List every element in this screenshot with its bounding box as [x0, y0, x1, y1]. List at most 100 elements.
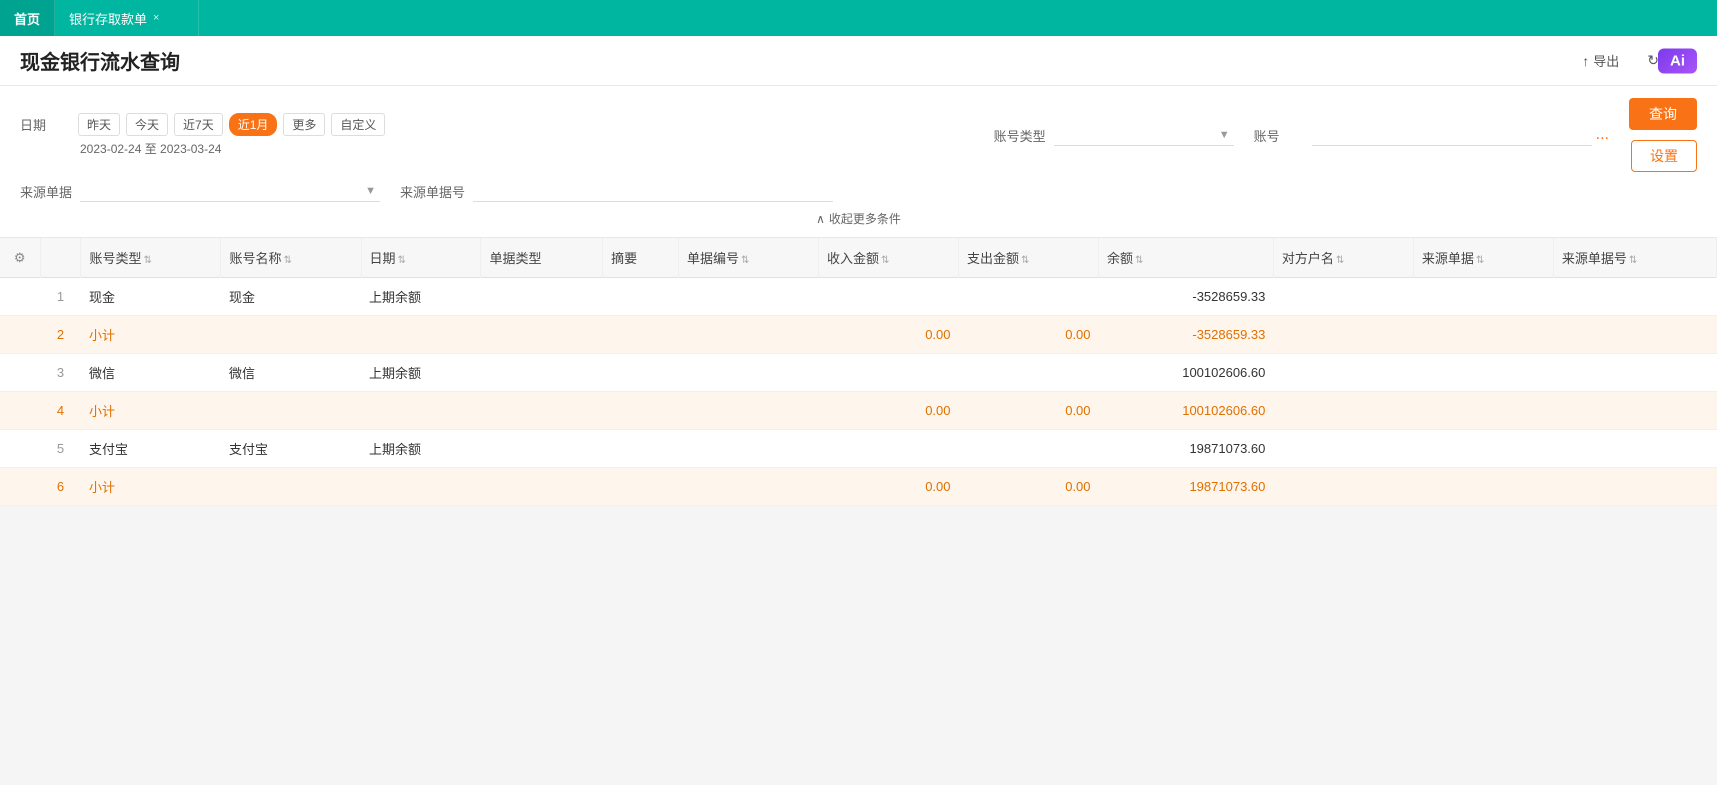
account-dots-button[interactable]: ...	[1596, 126, 1609, 144]
cell-account_type: 小计	[81, 468, 221, 506]
cell-settings	[0, 430, 40, 468]
date-range: 2023-02-24 至 2023-03-24	[80, 142, 221, 156]
cell-income	[819, 278, 959, 316]
sort-icon: ⇅	[1476, 255, 1484, 266]
gear-icon[interactable]: ⚙	[14, 250, 26, 265]
table-header: ⚙账号类型⇅账号名称⇅日期⇅单据类型摘要单据编号⇅收入金额⇅支出金额⇅余额⇅对方…	[0, 238, 1717, 278]
source-doc-num-input[interactable]	[473, 180, 833, 202]
col-header-source_doc[interactable]: 来源单据⇅	[1413, 238, 1553, 278]
table-row: 5支付宝支付宝上期余额19871073.60	[0, 430, 1717, 468]
cell-doc_type	[481, 430, 603, 468]
cell-balance: 100102606.60	[1099, 354, 1274, 392]
cell-expense	[959, 354, 1099, 392]
table-row: 6小计0.000.0019871073.60	[0, 468, 1717, 506]
col-header-account_name[interactable]: 账号名称⇅	[221, 238, 361, 278]
cell-balance: 100102606.60	[1099, 392, 1274, 430]
date-option-近1月[interactable]: 近1月	[229, 113, 278, 136]
date-label: 日期	[20, 115, 70, 134]
date-option-更多[interactable]: 更多	[283, 113, 325, 136]
col-header-doc_num[interactable]: 单据编号⇅	[678, 238, 818, 278]
cell-income: 0.00	[819, 392, 959, 430]
account-input[interactable]	[1312, 124, 1592, 146]
cell-income: 0.00	[819, 468, 959, 506]
sort-icon: ⇅	[1336, 255, 1344, 266]
cell-doc_num	[678, 392, 818, 430]
date-option-自定义[interactable]: 自定义	[331, 113, 385, 136]
source-doc-select[interactable]	[80, 180, 380, 202]
cell-counterpart	[1273, 430, 1413, 468]
cell-settings	[0, 468, 40, 506]
query-button[interactable]: 查询	[1629, 98, 1697, 130]
filter-row-2: 来源单据 ▼ 来源单据号	[20, 180, 1697, 202]
cell-source_doc_num	[1553, 354, 1716, 392]
cell-counterpart	[1273, 354, 1413, 392]
col-header-settings: ⚙	[0, 238, 40, 278]
cell-num: 5	[40, 430, 81, 468]
export-icon: ↑	[1582, 53, 1589, 69]
cell-doc_type	[481, 468, 603, 506]
cell-balance: -3528659.33	[1099, 278, 1274, 316]
cell-source_doc_num	[1553, 468, 1716, 506]
data-table: ⚙账号类型⇅账号名称⇅日期⇅单据类型摘要单据编号⇅收入金额⇅支出金额⇅余额⇅对方…	[0, 238, 1717, 506]
cell-num: 2	[40, 316, 81, 354]
cell-source_doc	[1413, 392, 1553, 430]
cell-balance: -3528659.33	[1099, 316, 1274, 354]
sort-icon: ⇅	[398, 255, 406, 266]
sort-icon: ⇅	[143, 255, 151, 266]
account-filter: 账号 ...	[1254, 124, 1609, 146]
source-doc-num-label: 来源单据号	[400, 182, 465, 201]
cell-balance: 19871073.60	[1099, 430, 1274, 468]
account-type-label: 账号类型	[994, 126, 1046, 145]
date-option-昨天[interactable]: 昨天	[78, 113, 120, 136]
cell-income: 0.00	[819, 316, 959, 354]
sort-icon: ⇅	[881, 255, 889, 266]
cell-doc_num	[678, 316, 818, 354]
close-icon[interactable]: ×	[153, 12, 159, 24]
account-type-select[interactable]	[1054, 124, 1234, 146]
col-header-income[interactable]: 收入金额⇅	[819, 238, 959, 278]
cell-doc_num	[678, 468, 818, 506]
nav-tabs: 收款单×付款单×其他收入单×应收应付调整单×银行存取款单×预收冲应收单×收款核销…	[55, 0, 199, 36]
table-row: 1现金现金上期余额-3528659.33	[0, 278, 1717, 316]
col-header-num	[40, 238, 81, 278]
sort-icon: ⇅	[1629, 255, 1637, 266]
source-doc-select-wrapper: ▼	[80, 180, 380, 202]
cell-account_type: 小计	[81, 316, 221, 354]
table-body: 1现金现金上期余额-3528659.332小计0.000.00-3528659.…	[0, 278, 1717, 506]
cell-doc_type	[481, 354, 603, 392]
page-header: 现金银行流水查询 ↑ 导出 ↻ 刷新 Ai	[0, 36, 1717, 86]
col-header-counterpart[interactable]: 对方户名⇅	[1273, 238, 1413, 278]
cell-expense: 0.00	[959, 392, 1099, 430]
cell-num: 3	[40, 354, 81, 392]
export-button[interactable]: ↑ 导出	[1574, 47, 1627, 74]
col-header-balance[interactable]: 余额⇅	[1099, 238, 1274, 278]
cell-date	[361, 316, 481, 354]
cell-income	[819, 354, 959, 392]
col-header-source_doc_num[interactable]: 来源单据号⇅	[1553, 238, 1716, 278]
date-option-近7天[interactable]: 近7天	[174, 113, 223, 136]
table-row: 4小计0.000.00100102606.60	[0, 392, 1717, 430]
date-option-今天[interactable]: 今天	[126, 113, 168, 136]
account-type-select-wrapper: ▼	[1054, 124, 1234, 146]
date-filter: 日期 昨天今天近7天近1月更多自定义 2023-02-24 至 2023-03-…	[20, 113, 385, 157]
sort-icon: ⇅	[1021, 255, 1029, 266]
cell-source_doc	[1413, 430, 1553, 468]
ai-badge[interactable]: Ai	[1658, 48, 1697, 73]
cell-summary	[603, 278, 679, 316]
col-header-account_type[interactable]: 账号类型⇅	[81, 238, 221, 278]
cell-counterpart	[1273, 278, 1413, 316]
nav-home[interactable]: 首页	[0, 0, 55, 36]
nav-tab-银行存取款单[interactable]: 银行存取款单×	[55, 0, 199, 36]
cell-doc_type	[481, 392, 603, 430]
cell-date: 上期余额	[361, 278, 481, 316]
settings-button[interactable]: 设置	[1631, 140, 1697, 172]
sort-icon: ⇅	[1135, 255, 1143, 266]
col-header-date[interactable]: 日期⇅	[361, 238, 481, 278]
cell-account_name	[221, 316, 361, 354]
source-doc-num-filter: 来源单据号	[400, 180, 833, 202]
cell-settings	[0, 316, 40, 354]
table-row: 3微信微信上期余额100102606.60	[0, 354, 1717, 392]
col-header-expense[interactable]: 支出金额⇅	[959, 238, 1099, 278]
collapse-bar[interactable]: ∧ 收起更多条件	[20, 210, 1697, 227]
table-row: 2小计0.000.00-3528659.33	[0, 316, 1717, 354]
